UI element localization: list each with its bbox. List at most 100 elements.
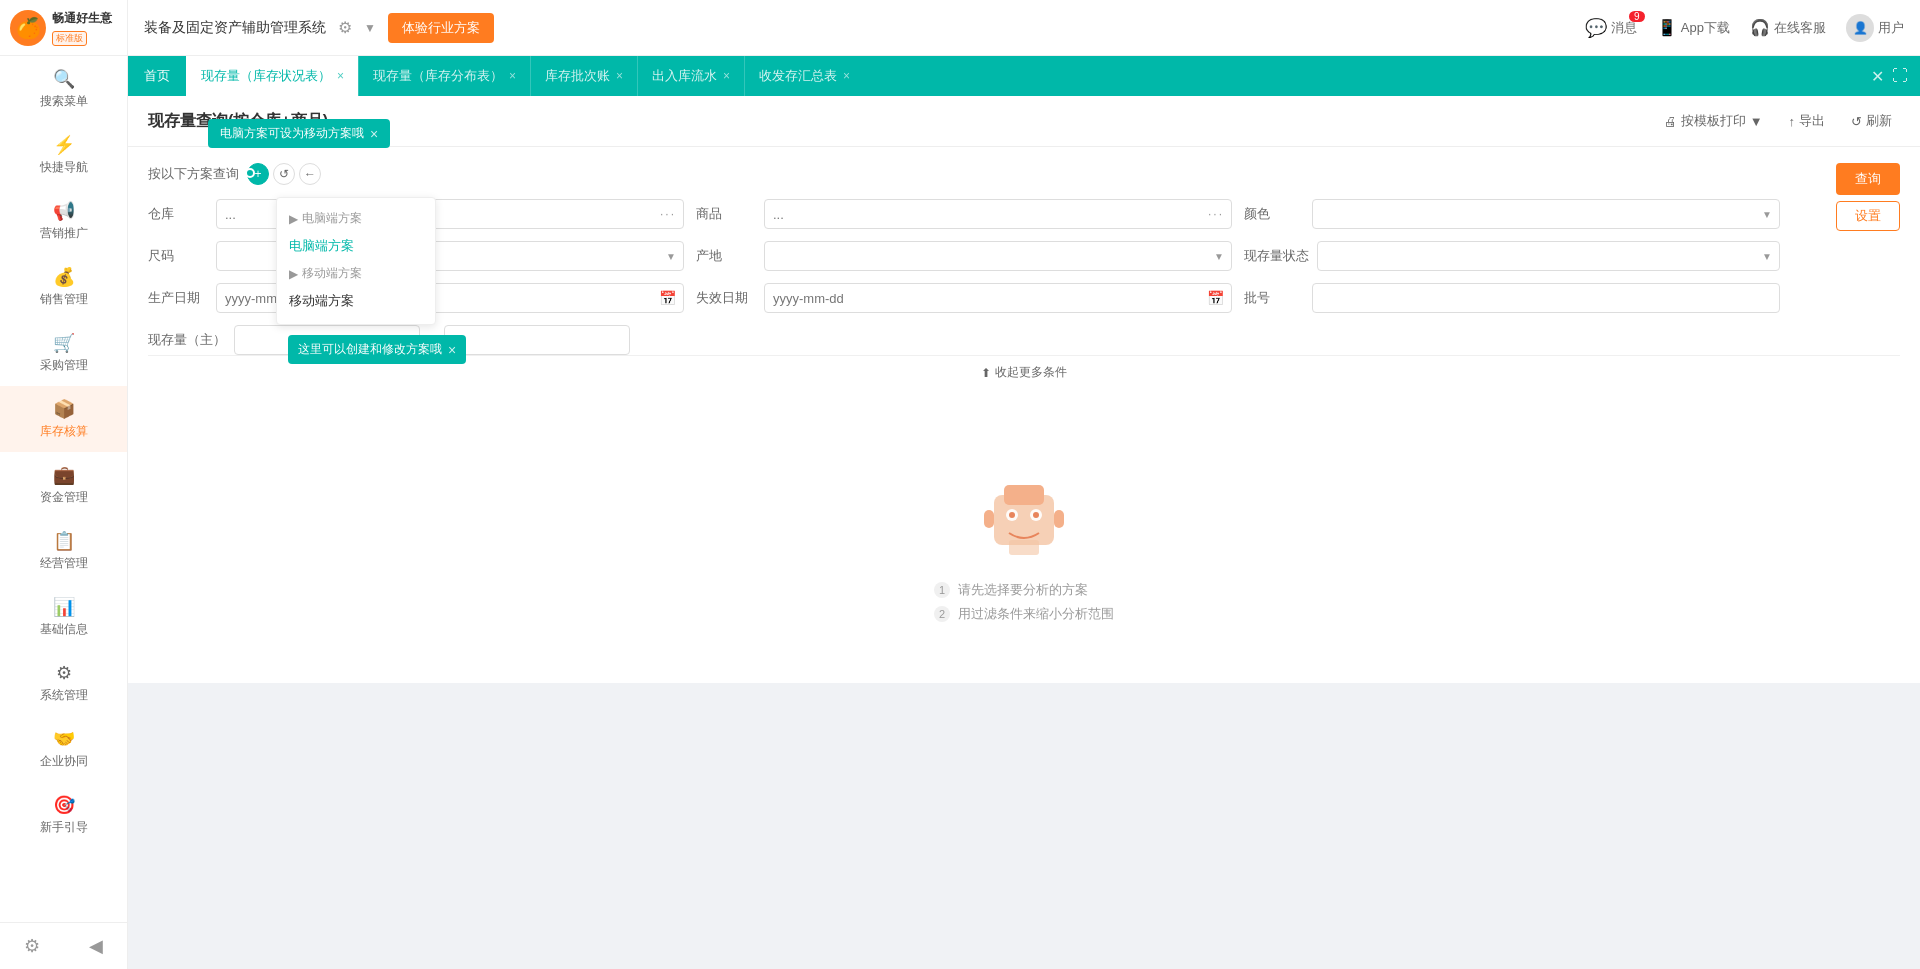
back-scheme-btn[interactable]: ← (299, 163, 321, 185)
svg-point-5 (1033, 512, 1039, 518)
tab-inventory-dist[interactable]: 现存量（库存分布表） × (358, 56, 530, 96)
message-badge: 9 (1629, 11, 1645, 22)
color-select[interactable] (1312, 199, 1780, 229)
sidebar-collapse-btn[interactable]: ◀ (89, 935, 103, 957)
sidebar-item-purchase[interactable]: 🛒 采购管理 (0, 320, 127, 386)
reset-button[interactable]: 设置 (1836, 201, 1900, 231)
guide-icon: 🎯 (53, 794, 75, 816)
stock-status-select[interactable] (1317, 241, 1780, 271)
page-header: 现存量查询(按仓库+商品) 🖨 按模板打印 ▼ ↑ 导出 ↺ 刷新 (128, 96, 1920, 147)
sidebar: 🍊 畅通好生意 标准版 🔍 搜索菜单 ⚡ 快捷导航 📢 营销推广 💰 销售管理 … (0, 0, 128, 969)
tab-inventory-status[interactable]: 现存量（库存状况表） × (186, 56, 358, 96)
user-btn[interactable]: 👤 用户 (1846, 14, 1904, 42)
sidebar-item-inventory[interactable]: 📦 库存核算 (0, 386, 127, 452)
logo-title: 畅通好生意 (52, 10, 112, 27)
tooltip-scheme-create-close[interactable]: × (448, 342, 456, 358)
sidebar-finance-label: 资金管理 (40, 489, 88, 506)
stock-main-label: 现存量（主） (148, 331, 226, 349)
sidebar-item-quick-nav[interactable]: ⚡ 快捷导航 (0, 122, 127, 188)
tab-batch-close[interactable]: × (616, 69, 623, 83)
tab-collect-label: 收发存汇总表 (759, 67, 837, 85)
online-service-btn[interactable]: 🎧 在线客服 (1750, 18, 1826, 37)
batch-control (1312, 283, 1780, 313)
logo-icon: 🍊 (10, 10, 46, 46)
size-label: 尺码 (148, 247, 208, 265)
tab-inventory-status-close[interactable]: × (337, 69, 344, 83)
tab-collect[interactable]: 收发存汇总表 × (744, 56, 864, 96)
sidebar-item-marketing[interactable]: 📢 营销推广 (0, 188, 127, 254)
message-icon: 💬 (1585, 17, 1607, 39)
expiry-date-input[interactable] (764, 283, 1232, 313)
tab-batch[interactable]: 库存批次账 × (530, 56, 637, 96)
warehouse-label: 仓库 (148, 205, 208, 223)
tip-num-1: 1 (934, 582, 950, 598)
system-icon: ⚙ (56, 662, 72, 684)
export-icon: ↑ (1789, 114, 1796, 129)
tab-inout[interactable]: 出入库流水 × (637, 56, 744, 96)
origin-select[interactable] (764, 241, 1232, 271)
refresh-btn[interactable]: ↺ 刷新 (1843, 108, 1900, 134)
finance-icon: 💼 (53, 464, 75, 486)
tooltip-scheme-create-text: 这里可以创建和修改方案哦 (298, 341, 442, 358)
system-name: 装备及固定资产辅助管理系统 (144, 19, 326, 37)
tab-expand-btn[interactable]: ⛶ (1892, 67, 1908, 85)
sidebar-nav: 🔍 搜索菜单 ⚡ 快捷导航 📢 营销推广 💰 销售管理 🛒 采购管理 📦 库存核… (0, 56, 127, 922)
trial-button[interactable]: 体验行业方案 (388, 13, 494, 43)
tab-home[interactable]: 首页 (128, 56, 186, 96)
sidebar-bottom: ⚙ ◀ (0, 922, 127, 969)
tab-collect-close[interactable]: × (843, 69, 850, 83)
sidebar-operations-label: 经营管理 (40, 555, 88, 572)
refresh-scheme-btn[interactable]: ↺ (273, 163, 295, 185)
filter-goods: 商品 ··· (696, 199, 1232, 229)
print-arrow-icon: ▼ (1750, 114, 1763, 129)
sidebar-item-search[interactable]: 🔍 搜索菜单 (0, 56, 127, 122)
tab-actions: ✕ ⛶ (1859, 67, 1920, 86)
settings-icon[interactable]: ⚙ (338, 18, 352, 37)
sidebar-logo: 🍊 畅通好生意 标准版 (0, 0, 127, 56)
tooltip-scheme-mobile-close[interactable]: × (370, 126, 378, 142)
scheme-panel: ▶ 电脑端方案 电脑端方案 ▶ 移动端方案 移动端方案 (276, 197, 436, 325)
empty-state: 1 请先选择要分析的方案 2 用过滤条件来缩小分析范围 (128, 405, 1920, 683)
export-label: 导出 (1799, 112, 1825, 130)
sidebar-settings-btn[interactable]: ⚙ (24, 935, 40, 957)
expiry-date-control: 📅 (764, 283, 1232, 313)
stock-main-max-input[interactable] (444, 325, 630, 355)
tab-close-all-btn[interactable]: ✕ (1871, 67, 1884, 86)
scheme-item-mobile-label: 移动端方案 (289, 292, 354, 310)
enterprise-icon: 🤝 (53, 728, 75, 750)
search-button[interactable]: 查询 (1836, 163, 1900, 195)
sidebar-item-basic[interactable]: 📊 基础信息 (0, 584, 127, 650)
collapse-label: 收起更多条件 (995, 364, 1067, 381)
scheme-item-desktop[interactable]: 电脑端方案 (277, 231, 435, 261)
production-date-icon[interactable]: 📅 (659, 290, 676, 306)
scheme-item-mobile[interactable]: 移动端方案 (277, 286, 435, 316)
message-btn[interactable]: 💬 9 消息 (1585, 17, 1637, 39)
sidebar-item-enterprise[interactable]: 🤝 企业协同 (0, 716, 127, 782)
goods-input[interactable] (764, 199, 1232, 229)
sidebar-item-guide[interactable]: 🎯 新手引导 (0, 782, 127, 848)
expiry-date-icon[interactable]: 📅 (1207, 290, 1224, 306)
print-btn[interactable]: 🖨 按模板打印 ▼ (1656, 108, 1771, 134)
search-nav-icon: 🔍 (53, 68, 75, 90)
filter-batch: 批号 (1244, 283, 1780, 313)
batch-input[interactable] (1312, 283, 1780, 313)
sidebar-item-finance[interactable]: 💼 资金管理 (0, 452, 127, 518)
sidebar-item-system[interactable]: ⚙ 系统管理 (0, 650, 127, 716)
stock-status-label: 现存量状态 (1244, 247, 1309, 265)
scheme-item-desktop-label: 电脑端方案 (289, 237, 354, 255)
sidebar-item-sales[interactable]: 💰 销售管理 (0, 254, 127, 320)
page-actions: 🖨 按模板打印 ▼ ↑ 导出 ↺ 刷新 (1656, 108, 1900, 134)
sidebar-item-operations[interactable]: 📋 经营管理 (0, 518, 127, 584)
refresh-icon: ↺ (1851, 114, 1862, 129)
tab-inventory-dist-close[interactable]: × (509, 69, 516, 83)
export-btn[interactable]: ↑ 导出 (1781, 108, 1834, 134)
sidebar-marketing-label: 营销推广 (40, 225, 88, 242)
empty-tips: 1 请先选择要分析的方案 2 用过滤条件来缩小分析范围 (934, 581, 1114, 623)
app-download-btn[interactable]: 📱 App下载 (1657, 18, 1730, 37)
operations-icon: 📋 (53, 530, 75, 552)
dropdown-icon[interactable]: ▼ (364, 21, 376, 35)
filter-header: 按以下方案查询 + ↺ ← 电脑方案可设为移动方案哦 × (148, 163, 1900, 185)
user-avatar: 👤 (1846, 14, 1874, 42)
tab-inout-close[interactable]: × (723, 69, 730, 83)
tooltip2-container: ▶ 移动端方案 移动端方案 (277, 261, 435, 316)
